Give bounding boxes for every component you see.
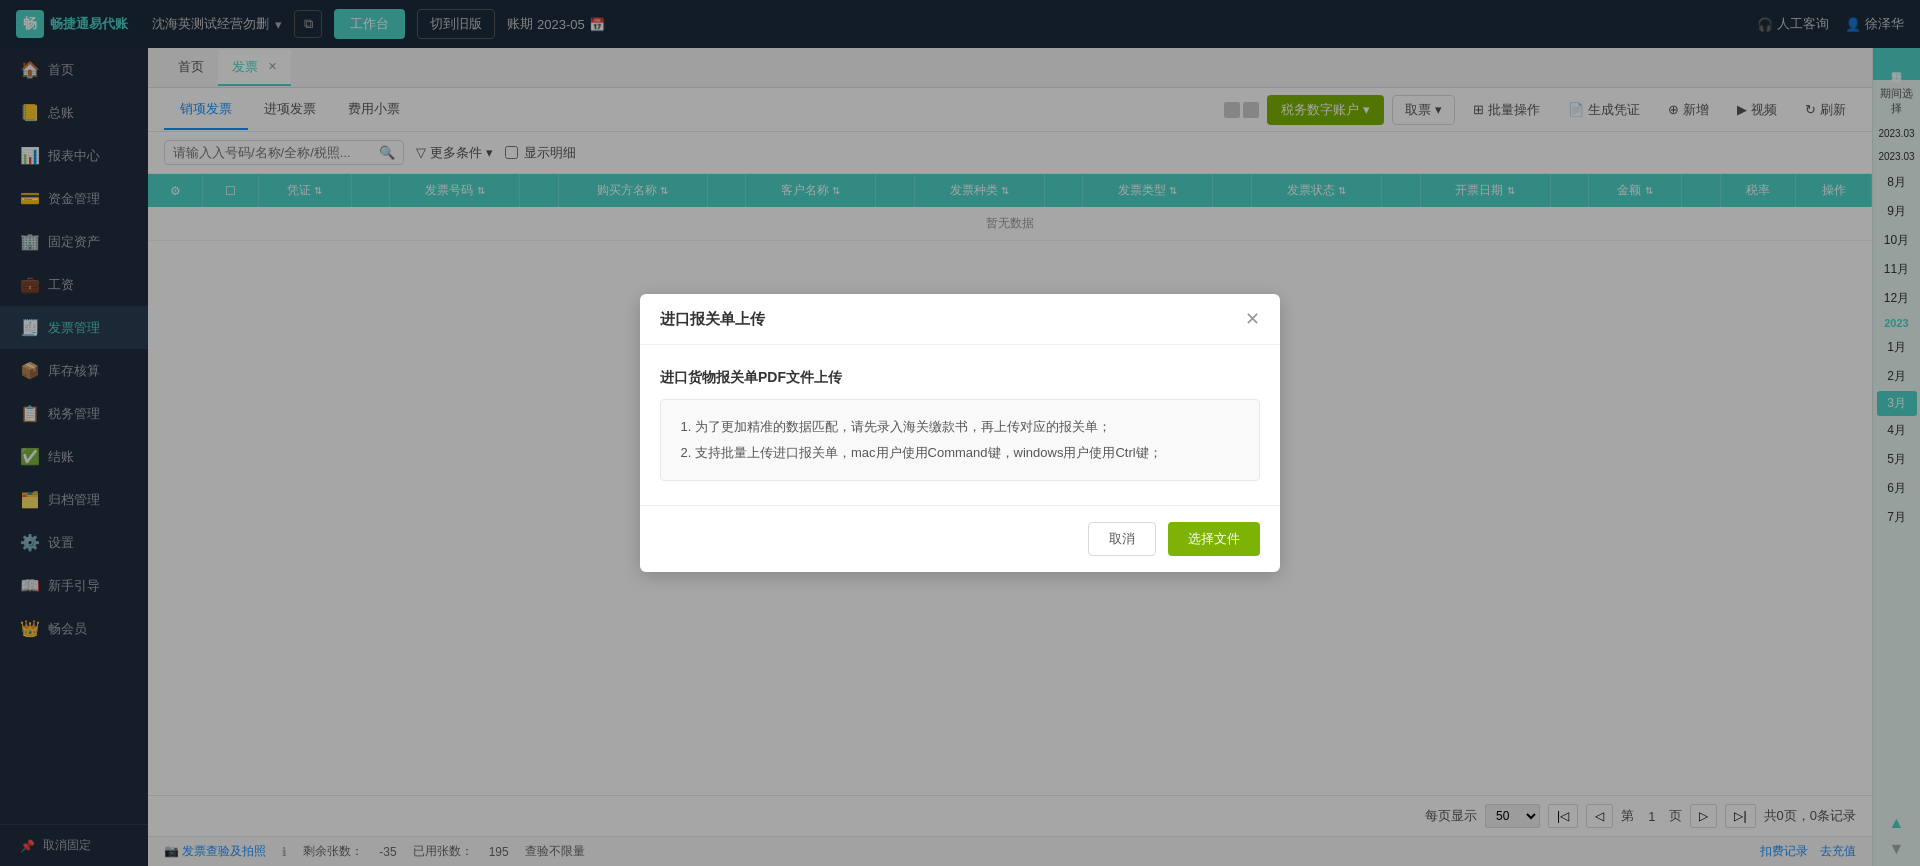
modal-title: 进口报关单上传 — [660, 310, 765, 329]
cancel-button[interactable]: 取消 — [1088, 522, 1156, 556]
modal-header: 进口报关单上传 ✕ — [640, 294, 1280, 345]
modal-body: 进口货物报关单PDF文件上传 为了更加精准的数据匹配，请先录入海关缴款书，再上传… — [640, 345, 1280, 505]
instruction-1: 为了更加精准的数据匹配，请先录入海关缴款书，再上传对应的报关单； — [695, 414, 1243, 440]
instruction-2: 支持批量上传进口报关单，mac用户使用Command键，windows用户使用C… — [695, 440, 1243, 466]
import-modal: 进口报关单上传 ✕ 进口货物报关单PDF文件上传 为了更加精准的数据匹配，请先录… — [640, 294, 1280, 572]
modal-section-title: 进口货物报关单PDF文件上传 — [660, 369, 1260, 387]
modal-close-button[interactable]: ✕ — [1245, 308, 1260, 330]
modal-footer: 取消 选择文件 — [640, 505, 1280, 572]
select-file-button[interactable]: 选择文件 — [1168, 522, 1260, 556]
modal-info-box: 为了更加精准的数据匹配，请先录入海关缴款书，再上传对应的报关单； 支持批量上传进… — [660, 399, 1260, 481]
modal-overlay[interactable]: 进口报关单上传 ✕ 进口货物报关单PDF文件上传 为了更加精准的数据匹配，请先录… — [0, 0, 1920, 866]
